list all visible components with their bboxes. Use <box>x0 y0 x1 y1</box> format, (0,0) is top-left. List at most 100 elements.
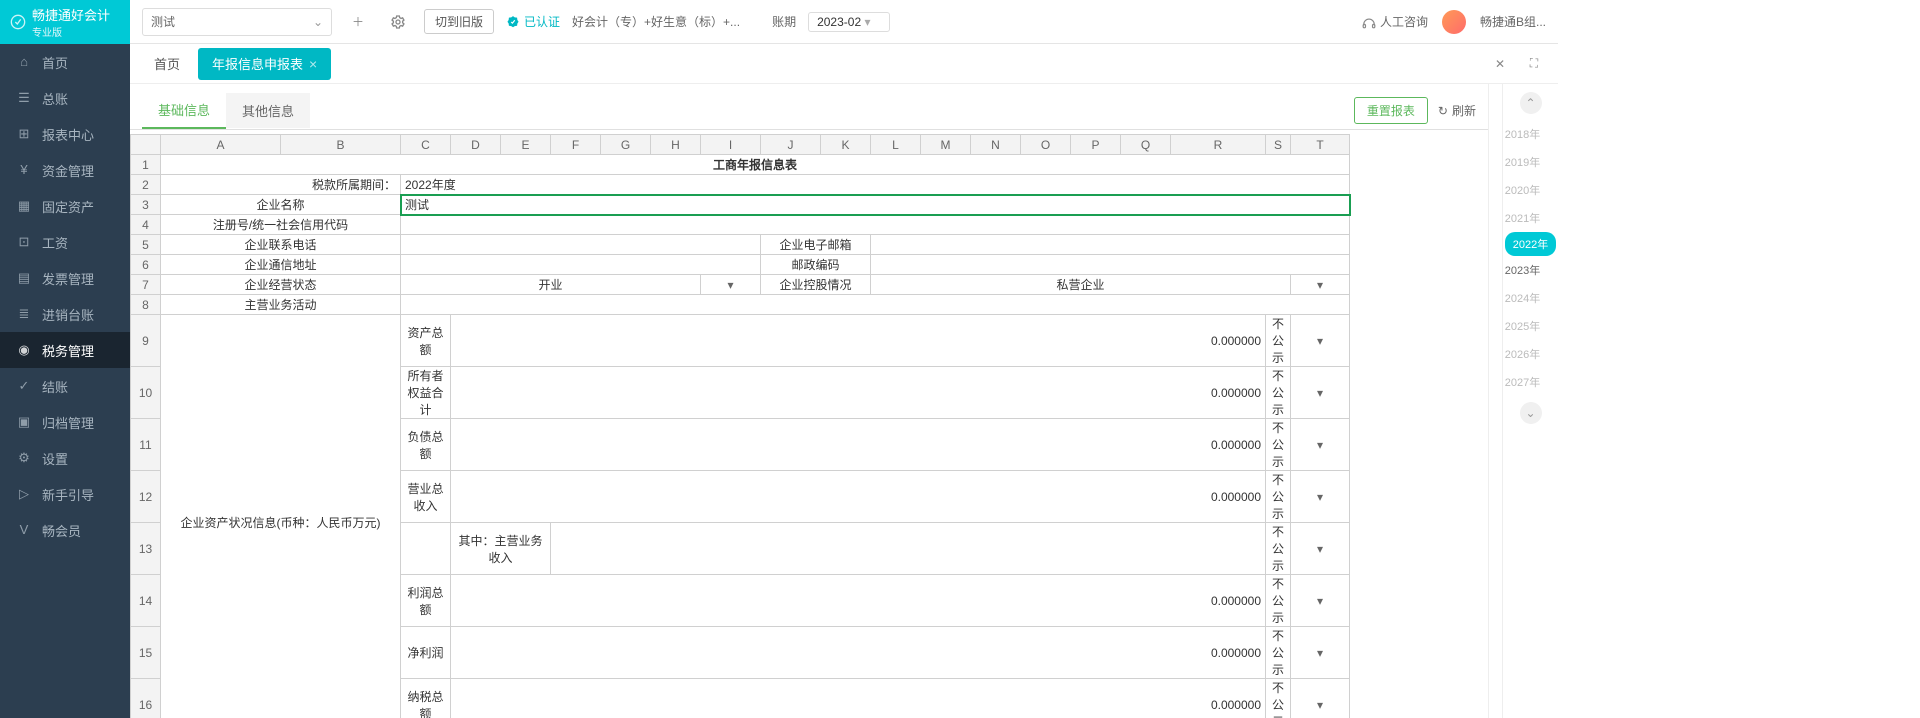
col-R[interactable]: R <box>1171 135 1266 155</box>
row-15[interactable]: 15 <box>131 627 161 679</box>
col-G[interactable]: G <box>601 135 651 155</box>
col-O[interactable]: O <box>1021 135 1071 155</box>
nav-item-7[interactable]: ≣进销台账 <box>0 296 130 332</box>
period-label: 账期 <box>772 13 796 30</box>
add-company-button[interactable]: ＋ <box>344 8 372 36</box>
company-name-cell[interactable]: 测试 <box>401 195 1350 215</box>
username[interactable]: 畅捷通B组... <box>1480 13 1546 30</box>
col-H[interactable]: H <box>651 135 701 155</box>
close-all-tabs-button[interactable]: ✕ <box>1486 50 1514 78</box>
vertical-scrollbar[interactable] <box>1488 84 1502 718</box>
subtab-other[interactable]: 其他信息 <box>226 93 310 128</box>
row-4[interactable]: 4 <box>131 215 161 235</box>
col-K[interactable]: K <box>821 135 871 155</box>
nav-item-3[interactable]: ¥资金管理 <box>0 152 130 188</box>
row-9[interactable]: 9 <box>131 315 161 367</box>
tax-period-value[interactable]: 2022年度 <box>401 175 1350 195</box>
col-S[interactable]: S <box>1266 135 1291 155</box>
tax-period-label: 税款所属期间： <box>161 175 401 195</box>
year-next-button[interactable]: ⌄ <box>1520 402 1542 424</box>
year-2022年[interactable]: 2022年 <box>1505 232 1556 256</box>
reset-report-button[interactable]: 重置报表 <box>1354 97 1428 124</box>
nav-item-5[interactable]: ⊡工资 <box>0 224 130 260</box>
row-2[interactable]: 2 <box>131 175 161 195</box>
nav-item-6[interactable]: ▤发票管理 <box>0 260 130 296</box>
year-2023年[interactable]: 2023年 <box>1505 256 1556 284</box>
tab-annual-report[interactable]: 年报信息申报表× <box>198 48 331 80</box>
nav-icon: V <box>16 522 32 538</box>
sheet-title: 工商年报信息表 <box>161 155 1350 175</box>
old-version-button[interactable]: 切到旧版 <box>424 9 494 34</box>
year-2020年[interactable]: 2020年 <box>1505 176 1556 204</box>
company-select[interactable]: 测试 ⌄ <box>142 8 332 36</box>
nav-item-12[interactable]: ▷新手引导 <box>0 476 130 512</box>
col-L[interactable]: L <box>871 135 921 155</box>
nav-icon: ⊞ <box>16 126 32 142</box>
row-14[interactable]: 14 <box>131 575 161 627</box>
nav-icon: ▦ <box>16 198 32 214</box>
nav-item-11[interactable]: ⚙设置 <box>0 440 130 476</box>
col-Q[interactable]: Q <box>1121 135 1171 155</box>
nav-icon: ☰ <box>16 90 32 106</box>
nav-item-10[interactable]: ▣归档管理 <box>0 404 130 440</box>
col-D[interactable]: D <box>451 135 501 155</box>
nav-icon: ✓ <box>16 378 32 394</box>
col-N[interactable]: N <box>971 135 1021 155</box>
year-2021年[interactable]: 2021年 <box>1505 204 1556 232</box>
reg-no-cell[interactable] <box>401 215 1350 235</box>
col-F[interactable]: F <box>551 135 601 155</box>
year-2027年[interactable]: 2027年 <box>1505 368 1556 396</box>
row-3[interactable]: 3 <box>131 195 161 215</box>
app-logo: 畅捷通好会计专业版 <box>0 0 130 44</box>
nav-item-8[interactable]: ◉税务管理 <box>0 332 130 368</box>
year-2019年[interactable]: 2019年 <box>1505 148 1556 176</box>
nav-item-0[interactable]: ⌂首页 <box>0 44 130 80</box>
nav-item-1[interactable]: ☰总账 <box>0 80 130 116</box>
subtab-basic[interactable]: 基础信息 <box>142 92 226 129</box>
row-10[interactable]: 10 <box>131 367 161 419</box>
row-6[interactable]: 6 <box>131 255 161 275</box>
year-prev-button[interactable]: ⌃ <box>1520 92 1542 114</box>
nav-item-2[interactable]: ⊞报表中心 <box>0 116 130 152</box>
row-7[interactable]: 7 <box>131 275 161 295</box>
nav-item-13[interactable]: V畅会员 <box>0 512 130 548</box>
nav-icon: ▤ <box>16 270 32 286</box>
col-M[interactable]: M <box>921 135 971 155</box>
col-B[interactable]: B <box>281 135 401 155</box>
col-C[interactable]: C <box>401 135 451 155</box>
support-link[interactable]: 人工咨询 <box>1362 13 1428 30</box>
nav-icon: ≣ <box>16 306 32 322</box>
col-E[interactable]: E <box>501 135 551 155</box>
row-1[interactable]: 1 <box>131 155 161 175</box>
year-2025年[interactable]: 2025年 <box>1505 312 1556 340</box>
year-2026年[interactable]: 2026年 <box>1505 340 1556 368</box>
plan-text: 好会计（专）+好生意（标）+... <box>572 13 740 30</box>
row-13[interactable]: 13 <box>131 523 161 575</box>
row-12[interactable]: 12 <box>131 471 161 523</box>
fullscreen-button[interactable]: ⛶ <box>1520 50 1548 78</box>
nav-icon: ◉ <box>16 342 32 358</box>
refresh-button[interactable]: ↻刷新 <box>1438 102 1476 119</box>
row-5[interactable]: 5 <box>131 235 161 255</box>
col-T[interactable]: T <box>1291 135 1350 155</box>
year-2024年[interactable]: 2024年 <box>1505 284 1556 312</box>
col-I[interactable]: I <box>701 135 761 155</box>
nav-item-9[interactable]: ✓结账 <box>0 368 130 404</box>
nav-item-4[interactable]: ▦固定资产 <box>0 188 130 224</box>
period-select[interactable]: 2023-02 ▾ <box>808 12 889 32</box>
col-P[interactable]: P <box>1071 135 1121 155</box>
avatar[interactable] <box>1442 10 1466 34</box>
col-J[interactable]: J <box>761 135 821 155</box>
tab-home[interactable]: 首页 <box>140 48 194 80</box>
nav-icon: ⊡ <box>16 234 32 250</box>
row-16[interactable]: 16 <box>131 679 161 718</box>
dropdown-icon[interactable]: ▾ <box>701 275 761 295</box>
year-2018年[interactable]: 2018年 <box>1505 120 1556 148</box>
col-A[interactable]: A <box>161 135 281 155</box>
row-11[interactable]: 11 <box>131 419 161 471</box>
settings-icon[interactable] <box>384 8 412 36</box>
close-icon[interactable]: × <box>309 56 317 72</box>
row-8[interactable]: 8 <box>131 295 161 315</box>
refresh-icon: ↻ <box>1438 104 1448 118</box>
nav-icon: ▷ <box>16 486 32 502</box>
